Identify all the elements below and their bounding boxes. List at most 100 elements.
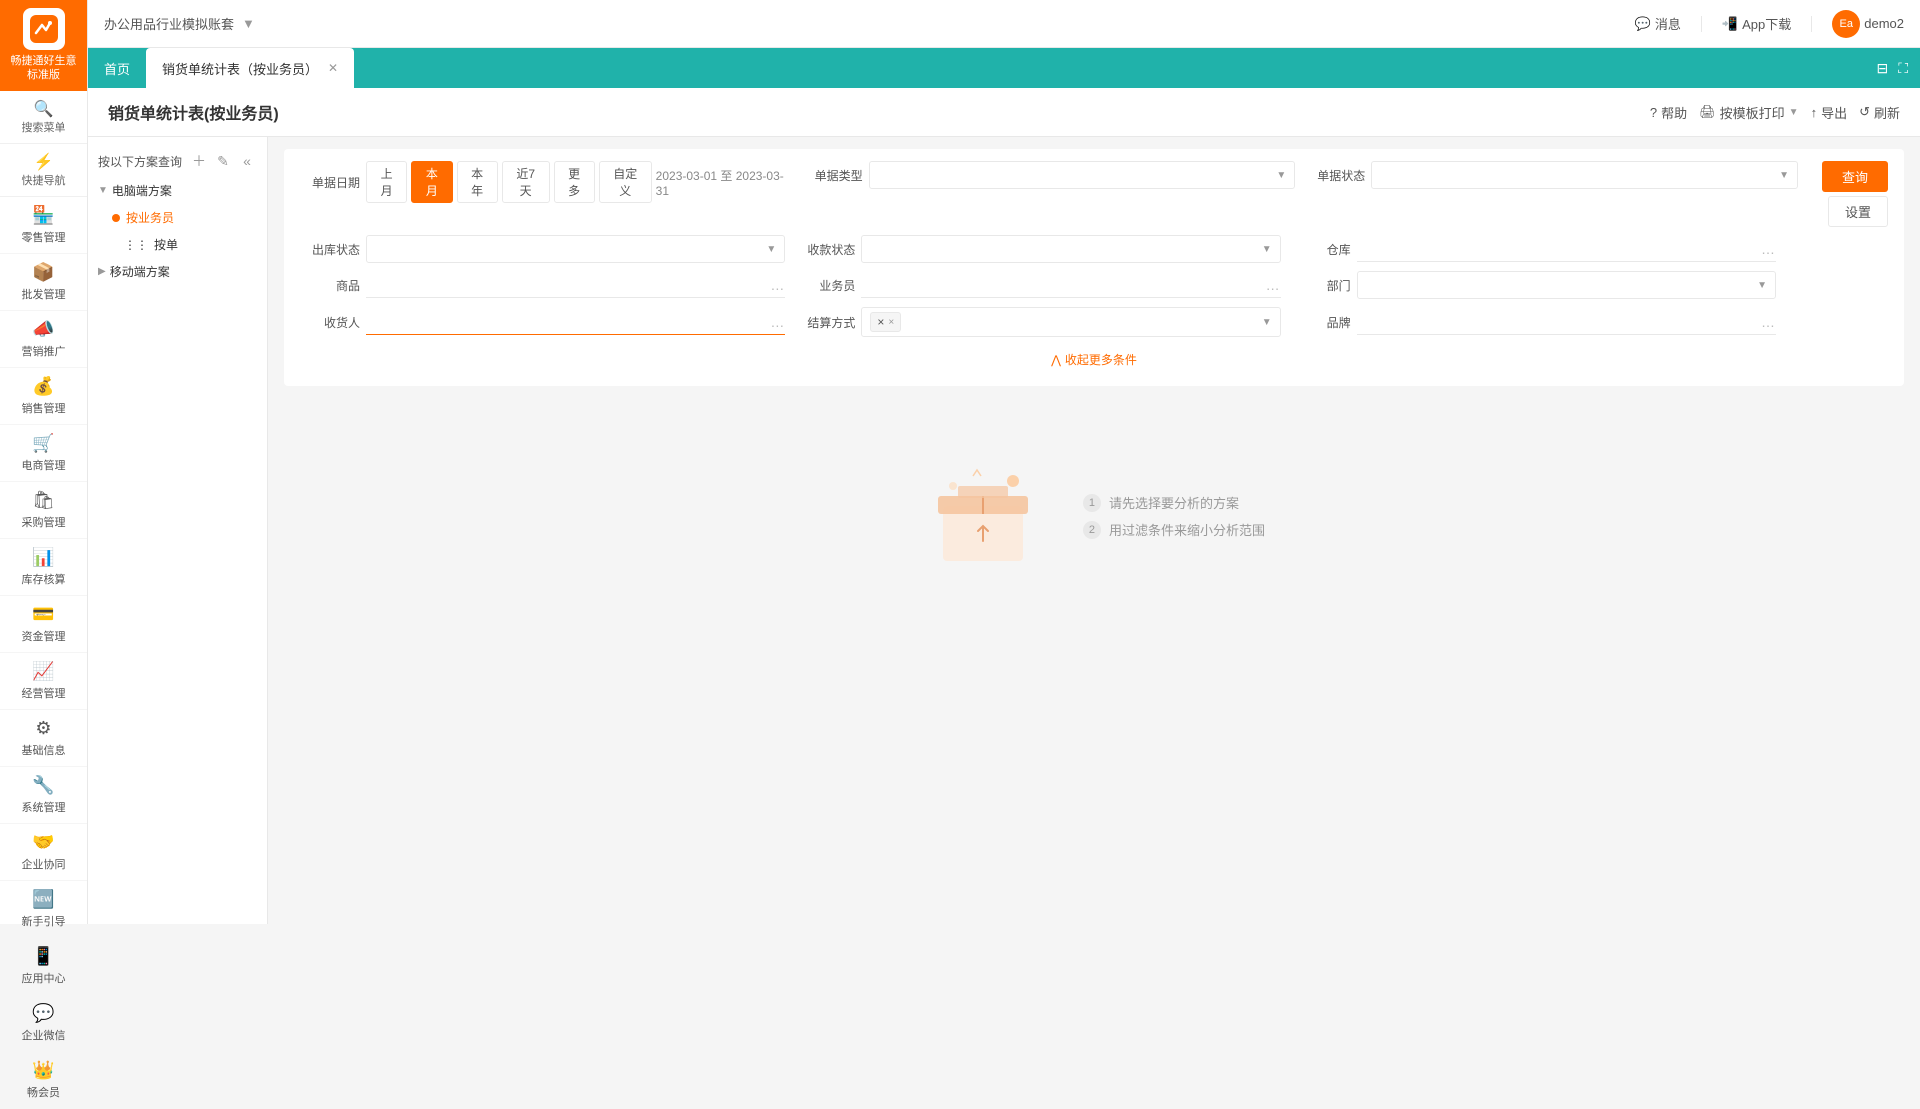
- settlement-tag-close[interactable]: ×: [888, 317, 894, 328]
- sidebar-item-ecommerce[interactable]: 🛒 电商管理: [0, 425, 87, 482]
- out-status-select[interactable]: ▼: [366, 235, 785, 263]
- page-header: 销货单统计表(按业务员) ? 帮助 🖨 按模板打印 ▼ ↑ 导出 ↺ 刷新: [88, 88, 1920, 137]
- settlement-select[interactable]: × × ▼: [861, 307, 1280, 337]
- pay-status-select[interactable]: ▼: [861, 235, 1280, 263]
- collapse-panel-button[interactable]: «: [237, 151, 257, 171]
- empty-tips: 1 请先选择要分析的方案 2 用过滤条件来缩小分析范围: [1083, 493, 1265, 539]
- purchase-icon: 🛍: [32, 490, 55, 511]
- warehouse-label: 仓库: [1291, 241, 1351, 258]
- tree-item-order[interactable]: ⋮⋮ 按单: [88, 231, 267, 258]
- refresh-icon: ↺: [1859, 104, 1870, 120]
- dept-select[interactable]: ▼: [1357, 271, 1776, 299]
- date-btn-custom[interactable]: 自定义: [599, 161, 652, 203]
- sidebar-logo[interactable]: 畅捷通好生意 标准版: [0, 0, 87, 91]
- refresh-button[interactable]: ↺ 刷新: [1859, 103, 1900, 122]
- left-panel-icons: ＋ ✎ «: [189, 151, 257, 171]
- date-btn-this-month[interactable]: 本月: [411, 161, 452, 203]
- goods-label: 商品: [300, 277, 360, 294]
- help-icon: ?: [1650, 105, 1657, 120]
- operations-label: 经营管理: [22, 685, 66, 701]
- order-scheme-label: 按单: [154, 236, 178, 253]
- right-panel: 单据日期 上月 本月 本年 近7天 更多 自定义 2023-03-01 至 20…: [268, 137, 1920, 924]
- settings-button[interactable]: 设置: [1828, 196, 1888, 227]
- query-button[interactable]: 查询: [1822, 161, 1888, 192]
- sidebar-item-enterprise[interactable]: 🤝 企业协同: [0, 824, 87, 881]
- tip-num-1: 1: [1083, 494, 1101, 512]
- app-download-button[interactable]: 📲 App下载: [1722, 14, 1791, 33]
- warehouse-input[interactable]: …: [1357, 236, 1776, 262]
- quick-nav-icon: ⚡: [34, 152, 54, 172]
- sidebar-item-inventory[interactable]: 📊 库存核算: [0, 539, 87, 596]
- newuser-label: 新手引导: [22, 913, 66, 929]
- date-btn-7days[interactable]: 近7天: [502, 161, 550, 203]
- sidebar-item-sales[interactable]: 💰 销售管理: [0, 368, 87, 425]
- tree-desktop-section[interactable]: ▼ 电脑端方案: [88, 177, 267, 204]
- user-avatar: Ea: [1832, 10, 1860, 38]
- sidebar-item-operations[interactable]: 📈 经营管理: [0, 653, 87, 710]
- export-icon: ↑: [1811, 105, 1818, 120]
- edit-scheme-button[interactable]: ✎: [213, 151, 233, 171]
- tab-home-label: 首页: [104, 59, 130, 78]
- btn-group: 查询 设置: [1810, 161, 1888, 227]
- brand-input[interactable]: …: [1357, 309, 1776, 335]
- salesperson-dots: …: [1266, 277, 1281, 293]
- status-label: 单据状态: [1305, 167, 1365, 184]
- status-select[interactable]: ▼: [1371, 161, 1798, 189]
- desktop-section-label: 电脑端方案: [112, 182, 172, 199]
- newuser-icon: 🆕: [32, 889, 54, 910]
- receiver-input[interactable]: …: [366, 309, 785, 335]
- add-scheme-button[interactable]: ＋: [189, 151, 209, 171]
- sales-icon: 💰: [32, 376, 54, 397]
- appcenter-label: 应用中心: [22, 970, 66, 986]
- active-dot: [112, 214, 120, 222]
- date-range: 2023-03-01 至 2023-03-31: [656, 167, 793, 198]
- goods-dots: …: [770, 277, 785, 293]
- sidebar-item-wholesale[interactable]: 📦 批发管理: [0, 254, 87, 311]
- tree-item-salesperson[interactable]: 按业务员: [88, 204, 267, 231]
- tab-sales-stat[interactable]: 销货单统计表（按业务员） ✕: [146, 48, 354, 88]
- tab-home[interactable]: 首页: [88, 48, 146, 88]
- user-menu[interactable]: Ea demo2: [1832, 10, 1904, 38]
- print-button[interactable]: 🖨 按模板打印 ▼: [1699, 103, 1798, 122]
- sidebar-item-appcenter[interactable]: 📱 应用中心: [0, 938, 87, 995]
- type-arrow: ▼: [1276, 170, 1286, 181]
- sidebar-item-basic[interactable]: ⚙ 基础信息: [0, 710, 87, 767]
- salesperson-input[interactable]: …: [861, 272, 1280, 298]
- sidebar-item-marketing[interactable]: 📣 营销推广: [0, 311, 87, 368]
- retail-icon: 🏪: [32, 205, 54, 226]
- sidebar-search-item[interactable]: 🔍 搜索菜单: [0, 91, 87, 144]
- system-label: 系统管理: [22, 799, 66, 815]
- empty-state: 1 请先选择要分析的方案 2 用过滤条件来缩小分析范围: [284, 396, 1904, 636]
- messages-button[interactable]: 💬 消息: [1635, 14, 1681, 33]
- app-download-label: App下载: [1742, 14, 1791, 33]
- sidebar-item-purchase[interactable]: 🛍 采购管理: [0, 482, 87, 539]
- dept-arrow: ▼: [1757, 280, 1767, 291]
- sidebar-item-wechat[interactable]: 💬 企业微信: [0, 995, 87, 1052]
- tree-mobile-section[interactable]: ▶ 移动端方案: [88, 258, 267, 285]
- sidebar-quick-nav[interactable]: ⚡ 快捷导航: [0, 144, 87, 197]
- status-arrow: ▼: [1779, 170, 1789, 181]
- quick-nav-label: 快捷导航: [22, 172, 66, 188]
- operations-icon: 📈: [32, 661, 54, 682]
- sidebar-item-system[interactable]: 🔧 系统管理: [0, 767, 87, 824]
- sidebar-item-member[interactable]: 👑 畅会员: [0, 1052, 87, 1109]
- page-header-actions: ? 帮助 🖨 按模板打印 ▼ ↑ 导出 ↺ 刷新: [1650, 103, 1900, 122]
- tab-close-icon[interactable]: ✕: [328, 61, 338, 75]
- date-btn-last-month[interactable]: 上月: [366, 161, 407, 203]
- brand-label: 品牌: [1291, 314, 1351, 331]
- date-btn-more[interactable]: 更多: [554, 161, 595, 203]
- goods-input[interactable]: …: [366, 272, 785, 298]
- sidebar-item-newuser[interactable]: 🆕 新手引导: [0, 881, 87, 938]
- type-label: 单据类型: [803, 167, 863, 184]
- export-button[interactable]: ↑ 导出: [1811, 103, 1848, 122]
- tab-minimize-icon[interactable]: ⊟: [1876, 60, 1888, 77]
- enterprise-icon: 🤝: [32, 832, 54, 853]
- type-select[interactable]: ▼: [869, 161, 1296, 189]
- help-button[interactable]: ? 帮助: [1650, 103, 1687, 122]
- tab-fullscreen-icon[interactable]: ⛶: [1898, 60, 1908, 77]
- ecommerce-icon: 🛒: [32, 433, 54, 454]
- sidebar-item-retail[interactable]: 🏪 零售管理: [0, 197, 87, 254]
- sidebar-item-finance[interactable]: 💳 资金管理: [0, 596, 87, 653]
- date-btn-this-year[interactable]: 本年: [457, 161, 498, 203]
- collapse-button[interactable]: ⋀ 收起更多条件: [300, 345, 1888, 374]
